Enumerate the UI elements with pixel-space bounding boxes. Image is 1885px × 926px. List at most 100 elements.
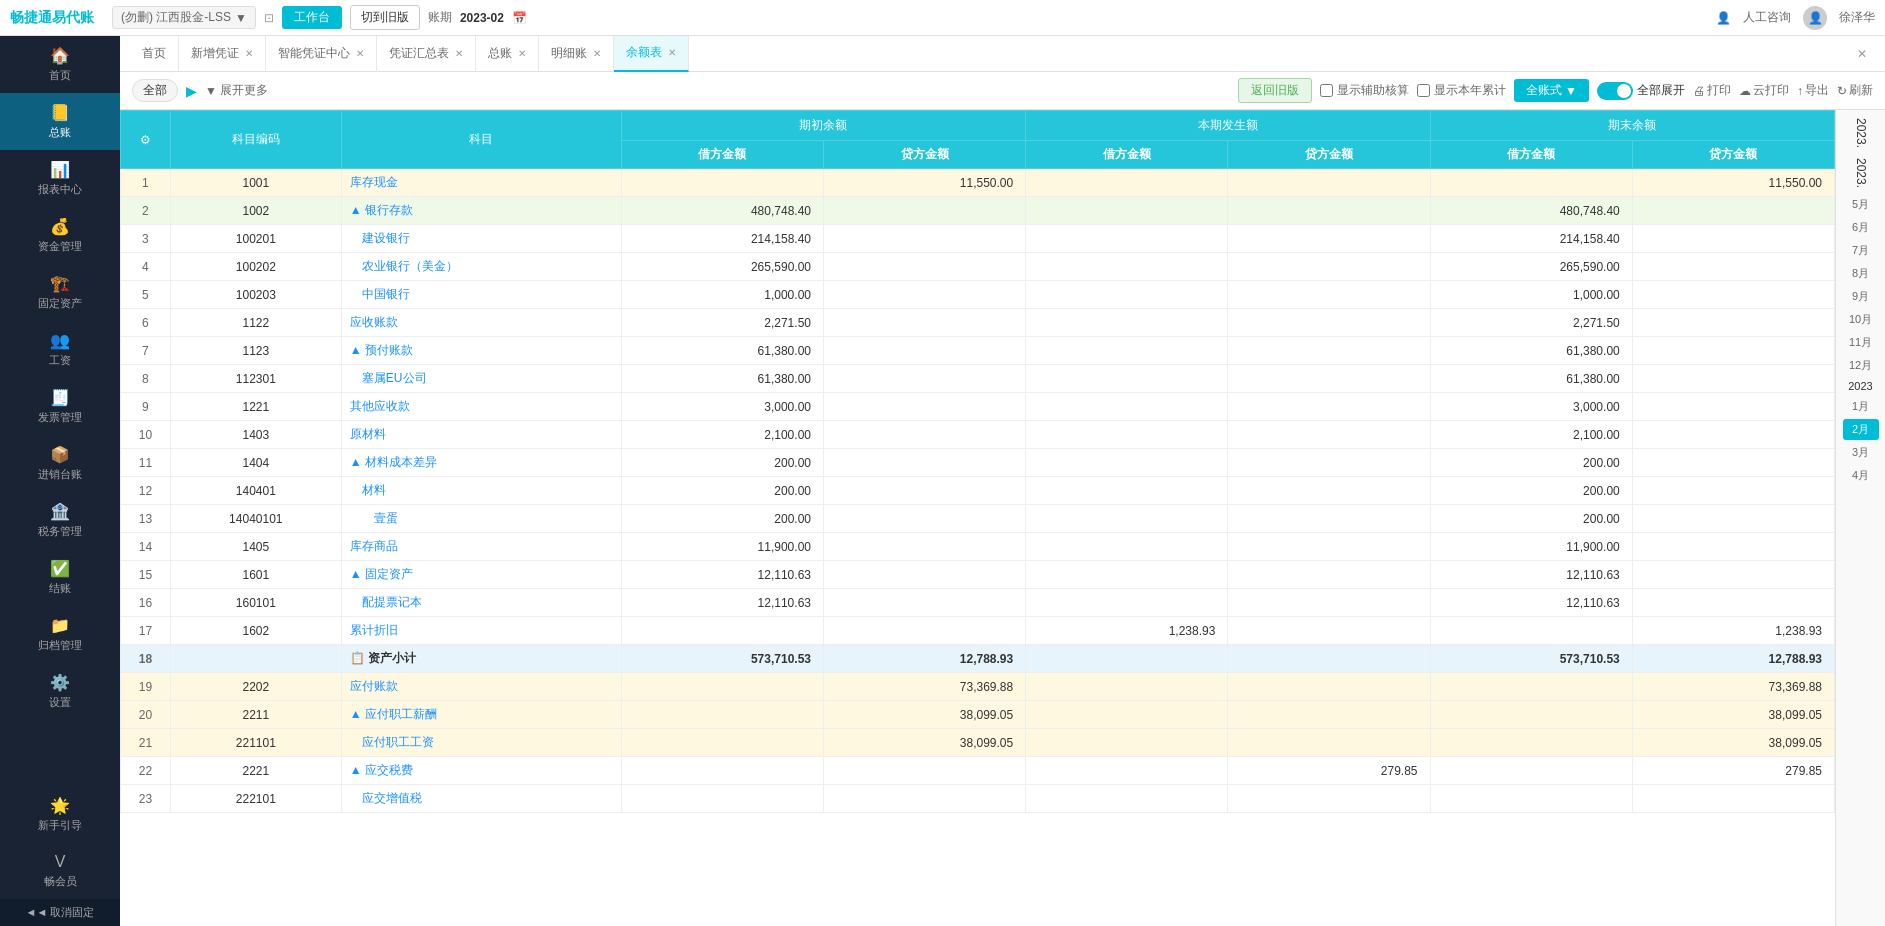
company-selector[interactable]: (勿删) 江西股金-LSS ▼	[112, 6, 256, 29]
full-mode-button[interactable]: 全账式 ▼	[1514, 79, 1589, 102]
row-cur-debit-cell	[1026, 197, 1228, 225]
consult-label[interactable]: 人工咨询	[1743, 9, 1791, 26]
sidebar-item-salary[interactable]: 👥 工资	[0, 321, 120, 378]
row-name-cell[interactable]: 中国银行	[341, 281, 621, 309]
month-item-11[interactable]: 11月	[1843, 332, 1879, 353]
sidebar-archive-label: 归档管理	[38, 638, 82, 653]
row-name-cell[interactable]: 应付职工工资	[341, 729, 621, 757]
month-item-7[interactable]: 7月	[1843, 240, 1879, 261]
expand-all-toggle[interactable]	[1597, 82, 1633, 100]
app-logo: 畅捷通易代账	[10, 9, 94, 27]
switch-old-version-button[interactable]: 切到旧版	[350, 5, 420, 30]
sidebar-item-member[interactable]: V 畅会员	[0, 843, 120, 899]
month-item-4[interactable]: 4月	[1843, 465, 1879, 486]
row-name-cell[interactable]: 其他应收款	[341, 393, 621, 421]
tab-balance[interactable]: 余额表 ✕	[614, 36, 689, 72]
sidebar-item-purchase[interactable]: 📦 进销台账	[0, 435, 120, 492]
row-cur-debit-cell	[1026, 449, 1228, 477]
month-item-10[interactable]: 10月	[1843, 309, 1879, 330]
sidebar-item-capital[interactable]: 💰 资金管理	[0, 207, 120, 264]
row-end-debit-cell	[1430, 169, 1632, 197]
row-name-cell[interactable]: 应付账款	[341, 673, 621, 701]
tab-ledger-close[interactable]: ✕	[518, 48, 526, 59]
row-name-cell[interactable]: ▲ 材料成本差异	[341, 449, 621, 477]
tab-ledger[interactable]: 总账 ✕	[476, 36, 539, 72]
row-name-cell[interactable]: 应交增值税	[341, 785, 621, 813]
table-row: 16160101配提票记本12,110.6312,110.63	[121, 589, 1835, 617]
tab-voucher-summary-close[interactable]: ✕	[455, 48, 463, 59]
row-name-cell[interactable]: 建设银行	[341, 225, 621, 253]
row-name-cell[interactable]: ▲ 应交税费	[341, 757, 621, 785]
sidebar-item-home[interactable]: 🏠 首页	[0, 36, 120, 93]
show-auxiliary-checkbox-group[interactable]: 显示辅助核算	[1320, 82, 1409, 99]
row-start-credit-cell	[823, 309, 1025, 337]
row-seq-cell: 20	[121, 701, 171, 729]
month-item-2[interactable]: 2月	[1843, 419, 1879, 440]
show-year-cumulative-checkbox-group[interactable]: 显示本年累计	[1417, 82, 1506, 99]
sidebar-item-tax[interactable]: 🏦 税务管理	[0, 492, 120, 549]
tab-balance-close[interactable]: ✕	[668, 47, 676, 58]
tab-smart-verify[interactable]: 智能凭证中心 ✕	[266, 36, 377, 72]
sidebar-item-settlement[interactable]: ✅ 结账	[0, 549, 120, 606]
tab-add-voucher-close[interactable]: ✕	[245, 48, 253, 59]
refresh-button[interactable]: ↻ 刷新	[1837, 82, 1873, 99]
month-item-5[interactable]: 5月	[1843, 194, 1879, 215]
tab-home[interactable]: 首页	[130, 36, 179, 72]
settings-col-header[interactable]: ⚙	[121, 111, 171, 169]
row-name-cell[interactable]: 材料	[341, 477, 621, 505]
filter-arrow-icon[interactable]: ▶	[186, 83, 197, 99]
row-seq-cell: 2	[121, 197, 171, 225]
sidebar-item-ledger[interactable]: 📒 总账	[0, 93, 120, 150]
row-name-cell[interactable]: 应收账款	[341, 309, 621, 337]
tab-smart-verify-close[interactable]: ✕	[356, 48, 364, 59]
back-old-version-button[interactable]: 返回旧版	[1238, 78, 1312, 103]
sidebar-item-fixed-assets[interactable]: 🏗️ 固定资产	[0, 264, 120, 321]
tab-voucher-summary[interactable]: 凭证汇总表 ✕	[377, 36, 476, 72]
row-name-cell[interactable]: ▲ 固定资产	[341, 561, 621, 589]
sidebar-item-reports[interactable]: 📊 报表中心	[0, 150, 120, 207]
row-name-cell[interactable]: 累计折旧	[341, 617, 621, 645]
unpin-button[interactable]: ◄◄ 取消固定	[0, 899, 120, 926]
export-button[interactable]: ↑ 导出	[1797, 82, 1829, 99]
row-name-cell[interactable]: ▲ 银行存款	[341, 197, 621, 225]
row-name-cell[interactable]: 库存现金	[341, 169, 621, 197]
row-start-credit-cell: 11,550.00	[823, 169, 1025, 197]
row-start-debit-cell: 200.00	[621, 505, 823, 533]
month-item-3[interactable]: 3月	[1843, 442, 1879, 463]
tab-detail-close[interactable]: ✕	[593, 48, 601, 59]
tab-detail[interactable]: 明细账 ✕	[539, 36, 614, 72]
row-cur-credit-cell	[1228, 785, 1430, 813]
copy-icon[interactable]: ⊡	[264, 11, 274, 25]
row-name-cell[interactable]: 配提票记本	[341, 589, 621, 617]
sidebar-item-settings[interactable]: ⚙️ 设置	[0, 663, 120, 720]
row-name-cell[interactable]: 库存商品	[341, 533, 621, 561]
month-item-12[interactable]: 12月	[1843, 355, 1879, 376]
show-year-cumulative-checkbox[interactable]	[1417, 84, 1430, 97]
month-item-8[interactable]: 8月	[1843, 263, 1879, 284]
tab-add-voucher[interactable]: 新增凭证 ✕	[179, 36, 266, 72]
filter-all-tag[interactable]: 全部	[132, 79, 178, 102]
month-item-9[interactable]: 9月	[1843, 286, 1879, 307]
row-end-credit-cell	[1632, 533, 1834, 561]
sidebar-item-guide[interactable]: 🌟 新手引导	[0, 786, 120, 843]
row-name-cell[interactable]: 塞属EU公司	[341, 365, 621, 393]
close-all-tabs-button[interactable]: ✕	[1849, 47, 1875, 61]
row-end-credit-cell	[1632, 225, 1834, 253]
row-name-cell[interactable]: 原材料	[341, 421, 621, 449]
row-end-debit-cell: 2,271.50	[1430, 309, 1632, 337]
row-name-cell[interactable]: 农业银行（美金）	[341, 253, 621, 281]
row-name-cell[interactable]: ▲ 预付账款	[341, 337, 621, 365]
calendar-icon[interactable]: 📅	[512, 11, 527, 25]
show-auxiliary-checkbox[interactable]	[1320, 84, 1333, 97]
month-item-6[interactable]: 6月	[1843, 217, 1879, 238]
month-item-1[interactable]: 1月	[1843, 396, 1879, 417]
sidebar-item-invoice[interactable]: 🧾 发票管理	[0, 378, 120, 435]
row-name-cell[interactable]: ▲ 应付职工薪酬	[341, 701, 621, 729]
expand-more-button[interactable]: ▼ 展开更多	[205, 82, 268, 99]
row-seq-cell: 22	[121, 757, 171, 785]
sidebar-item-archive[interactable]: 📁 归档管理	[0, 606, 120, 663]
workbench-button[interactable]: 工作台	[282, 6, 342, 29]
print-button[interactable]: 🖨 打印	[1693, 82, 1731, 99]
row-name-cell[interactable]: 壹蛋	[341, 505, 621, 533]
cloud-print-button[interactable]: ☁ 云打印	[1739, 82, 1789, 99]
